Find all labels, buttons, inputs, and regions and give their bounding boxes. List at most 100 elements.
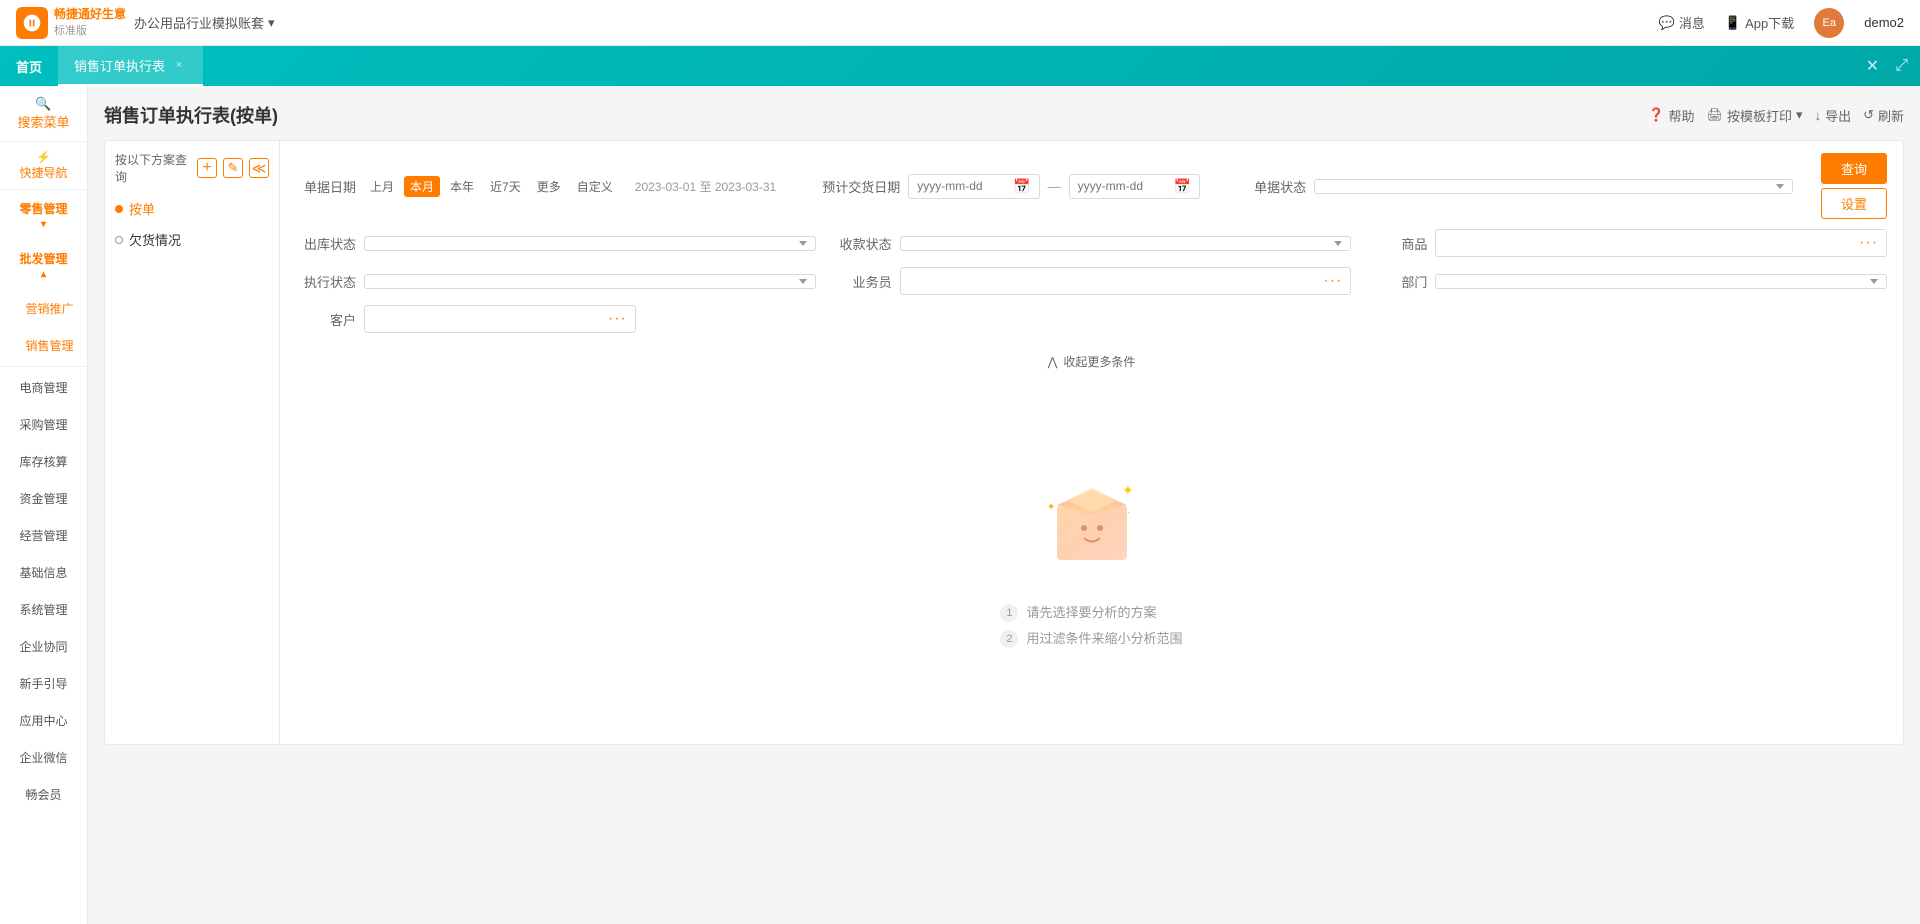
print-icon: 🖨 bbox=[1707, 107, 1724, 123]
sidebar-search-button[interactable]: 🔍 搜索菜单 bbox=[0, 86, 87, 142]
sidebar-item-member[interactable]: 畅会员 bbox=[0, 776, 87, 813]
collapse-left-button[interactable]: ≪ bbox=[249, 158, 269, 178]
empty-tip-2: 2 用过滤条件来缩小分析范围 bbox=[1000, 626, 1182, 652]
tab-bar: 首页 销售订单执行表 × ✕ ⤢ bbox=[0, 46, 1920, 86]
appcenter-label: 应用中心 bbox=[19, 712, 67, 729]
tip-text-1: 请先选择要分析的方案 bbox=[1026, 600, 1156, 626]
help-label: 帮助 bbox=[1668, 106, 1694, 125]
sidebar-item-operations[interactable]: 经营管理 bbox=[0, 517, 87, 554]
payment-arrow-icon bbox=[1334, 241, 1342, 246]
user-avatar[interactable]: Ea bbox=[1814, 8, 1844, 38]
edit-scheme-button[interactable]: ✎ bbox=[223, 158, 243, 178]
filter-expected-date: 预计交货日期 📅 — 📅 bbox=[822, 174, 1200, 199]
product-select[interactable]: ··· bbox=[1435, 229, 1887, 257]
date-tab-custom[interactable]: 自定义 bbox=[571, 176, 619, 197]
print-button[interactable]: 🖨 按模板打印 ▾ bbox=[1707, 106, 1803, 125]
export-button[interactable]: ↓ 导出 bbox=[1815, 106, 1852, 125]
sidebar-item-newuser[interactable]: 新手引导 bbox=[0, 665, 87, 702]
date-tab-last-month[interactable]: 上月 bbox=[364, 176, 400, 197]
customer-dots-icon: ··· bbox=[608, 310, 627, 328]
sidebar-item-enterprise[interactable]: 企业协同 bbox=[0, 628, 87, 665]
tab-sales-order-label: 销售订单执行表 bbox=[74, 56, 165, 75]
expected-date-to-input[interactable]: 📅 bbox=[1069, 174, 1200, 199]
collapse-row: ⋀ 收起更多条件 bbox=[296, 343, 1887, 380]
top-bar: 畅捷通好生意 标准版 办公用品行业模拟账套 ▾ 💬 消息 📱 App下载 Ea … bbox=[0, 0, 1920, 46]
salesperson-dots-icon: ··· bbox=[1323, 272, 1342, 290]
app-download-label: App下载 bbox=[1745, 13, 1794, 32]
help-button[interactable]: ❓ 帮助 bbox=[1648, 106, 1694, 125]
refresh-button[interactable]: ↺ 刷新 bbox=[1863, 106, 1904, 125]
search-icon: 🔍 bbox=[35, 96, 51, 111]
date-from-field[interactable] bbox=[917, 179, 1007, 193]
salesperson-select[interactable]: ··· bbox=[900, 267, 1352, 295]
scheme-item-by-order[interactable]: 按单 bbox=[105, 193, 279, 224]
empty-illustration: ✦ ✦ · bbox=[1032, 460, 1152, 580]
tab-sales-order[interactable]: 销售订单执行表 × bbox=[58, 46, 203, 86]
system-label: 系统管理 bbox=[19, 601, 67, 618]
date-tab-this-year[interactable]: 本年 bbox=[444, 176, 480, 197]
sidebar-item-purchase[interactable]: 采购管理 bbox=[0, 406, 87, 443]
tab-close-all-button[interactable]: ✕ bbox=[1862, 52, 1883, 80]
payment-status-select[interactable] bbox=[900, 236, 1352, 251]
left-panel-header: 按以下方案查询 + ✎ ≪ bbox=[105, 151, 279, 193]
sidebar-nav-button[interactable]: ⚡ 快捷导航 bbox=[0, 142, 87, 190]
empty-state: ✦ ✦ · 1 请先选择要分析的方案 2 bbox=[296, 380, 1887, 732]
exec-status-select[interactable] bbox=[364, 274, 816, 289]
scheme-item-by-debt[interactable]: 欠货情况 bbox=[105, 224, 279, 255]
query-button[interactable]: 查询 bbox=[1821, 153, 1887, 184]
date-to-field[interactable] bbox=[1078, 179, 1168, 193]
wholesale-arrow-icon: ▴ bbox=[41, 269, 46, 280]
app-download-button[interactable]: 📱 App下载 bbox=[1725, 13, 1794, 32]
industry-selector[interactable]: 办公用品行业模拟账套 ▾ bbox=[134, 13, 275, 32]
svg-text:·: · bbox=[1127, 508, 1130, 517]
filter-order-status: 单据状态 bbox=[1246, 177, 1793, 196]
add-scheme-button[interactable]: + bbox=[197, 158, 217, 178]
filter-salesperson: 业务员 ··· bbox=[832, 267, 1352, 295]
avatar-text: Ea bbox=[1823, 17, 1836, 29]
sidebar-item-wholesale[interactable]: 批发管理 ▴ bbox=[0, 240, 87, 290]
calendar-from-icon[interactable]: 📅 bbox=[1013, 178, 1030, 195]
tab-expand-button[interactable]: ⤢ bbox=[1891, 53, 1912, 79]
sidebar-item-sales[interactable]: 销售管理 bbox=[0, 327, 87, 364]
settings-button[interactable]: 设置 bbox=[1821, 188, 1887, 219]
delivery-status-select[interactable] bbox=[364, 236, 816, 251]
tab-close-icon[interactable]: × bbox=[171, 57, 187, 73]
tab-home[interactable]: 首页 bbox=[0, 46, 58, 86]
tip-num-1: 1 bbox=[1000, 604, 1018, 622]
sidebar-item-finance[interactable]: 资金管理 bbox=[0, 480, 87, 517]
date-tab-this-month[interactable]: 本月 bbox=[404, 176, 440, 197]
enterprise-label: 企业协同 bbox=[19, 638, 67, 655]
sidebar-item-wechat[interactable]: 企业微信 bbox=[0, 739, 87, 776]
operations-label: 经营管理 bbox=[19, 527, 67, 544]
message-button[interactable]: 💬 消息 bbox=[1659, 13, 1705, 32]
inactive-dot-icon bbox=[115, 236, 123, 244]
calendar-to-icon[interactable]: 📅 bbox=[1174, 178, 1191, 195]
left-panel: 按以下方案查询 + ✎ ≪ 按单 欠货情况 bbox=[105, 141, 280, 744]
customer-select[interactable]: ··· bbox=[364, 305, 636, 333]
order-status-select[interactable] bbox=[1314, 179, 1793, 194]
sidebar-item-inventory[interactable]: 库存核算 bbox=[0, 443, 87, 480]
dept-select[interactable] bbox=[1435, 274, 1887, 289]
date-tab-more[interactable]: 更多 bbox=[531, 176, 567, 197]
filter-dept: 部门 bbox=[1367, 272, 1887, 291]
expected-date-from-input[interactable]: 📅 bbox=[908, 174, 1039, 199]
sidebar-item-retail[interactable]: 零售管理 ▾ bbox=[0, 190, 87, 240]
right-panel: 单据日期 上月 本月 本年 近7天 更多 自定义 2023-03-01 至 20… bbox=[280, 141, 1903, 744]
date-tab-7days[interactable]: 近7天 bbox=[484, 176, 527, 197]
sidebar-item-marketing[interactable]: 营销推广 bbox=[0, 290, 87, 327]
page-title: 销售订单执行表(按单) bbox=[104, 102, 278, 128]
nav-label: 快捷导航 bbox=[0, 164, 87, 181]
sidebar-item-appcenter[interactable]: 应用中心 bbox=[0, 702, 87, 739]
filter-row-3: 执行状态 业务员 ··· 部门 bbox=[296, 267, 1887, 295]
sidebar-item-system[interactable]: 系统管理 bbox=[0, 591, 87, 628]
logo-icon bbox=[16, 7, 48, 39]
tip-text-2: 用过滤条件来缩小分析范围 bbox=[1026, 626, 1182, 652]
collapse-icon: ⋀ bbox=[1048, 355, 1058, 369]
expected-date-label: 预计交货日期 bbox=[822, 177, 900, 196]
tip-num-2: 2 bbox=[1000, 630, 1018, 648]
collapse-button[interactable]: ⋀ 收起更多条件 bbox=[1042, 347, 1142, 376]
help-icon: ❓ bbox=[1648, 107, 1664, 123]
sidebar-item-base[interactable]: 基础信息 bbox=[0, 554, 87, 591]
sidebar-item-ecommerce[interactable]: 电商管理 bbox=[0, 369, 87, 406]
tab-home-label: 首页 bbox=[16, 57, 42, 76]
